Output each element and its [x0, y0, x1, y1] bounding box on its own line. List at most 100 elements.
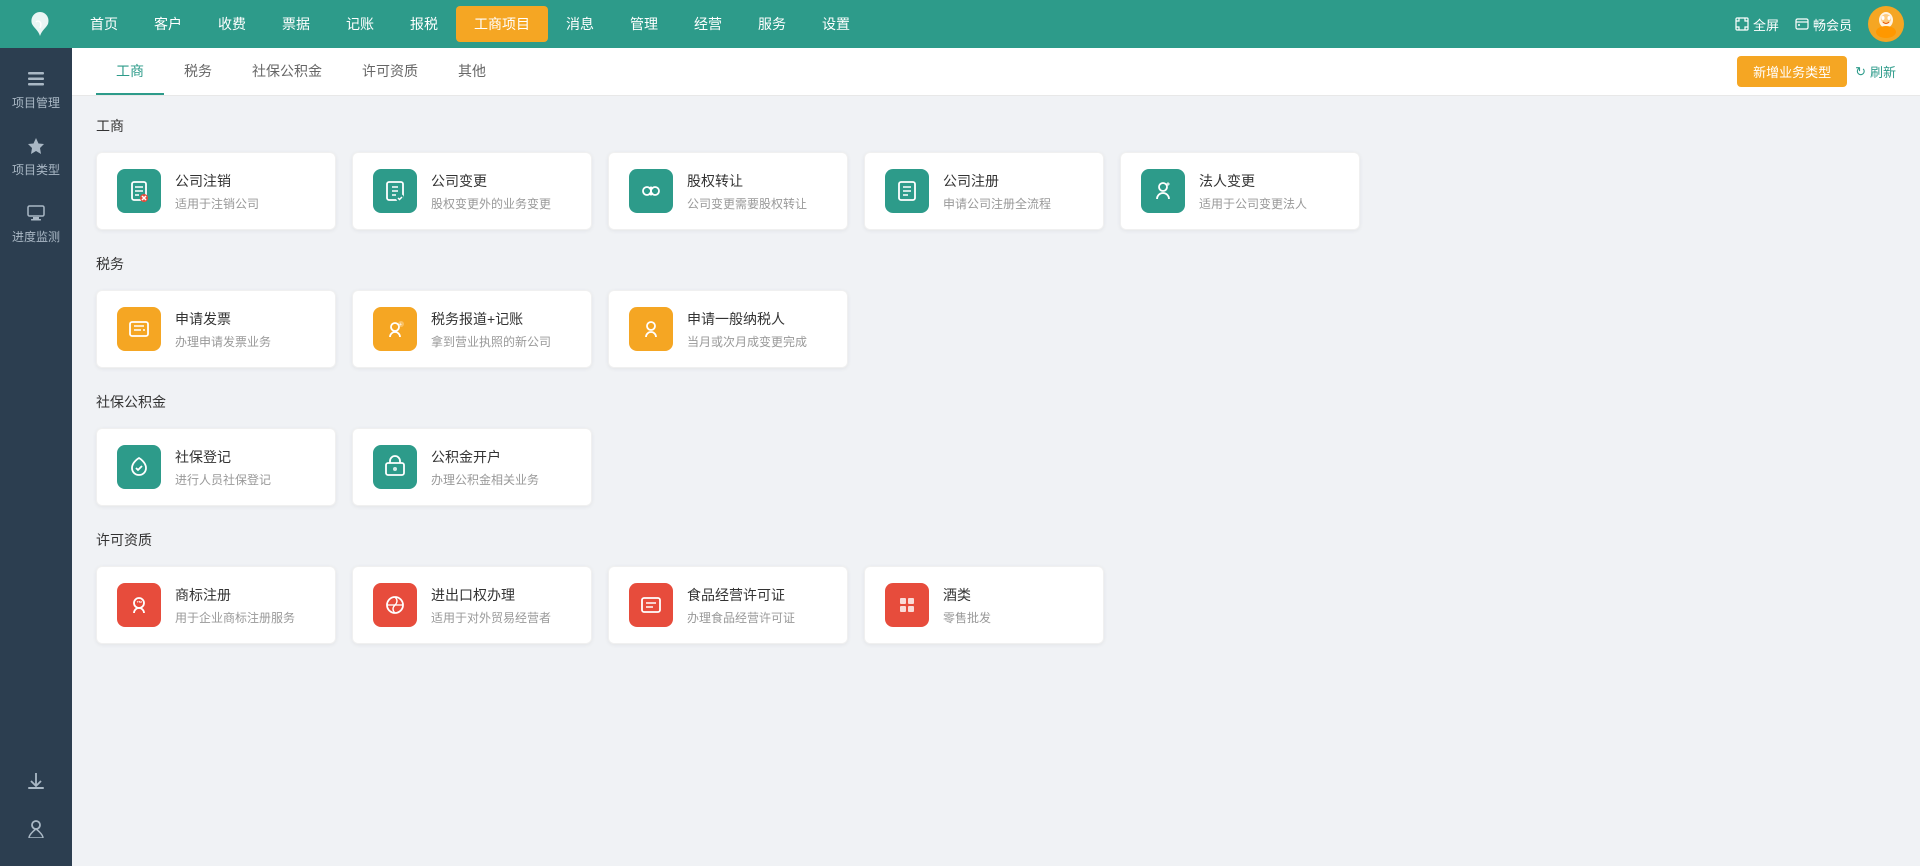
- company-change-icon: [373, 169, 417, 213]
- cards-grid-shebao: 社保登记 进行人员社保登记 公积金开户 办理公积金相关业务: [96, 428, 1896, 506]
- nav-item-服务[interactable]: 服务: [740, 0, 804, 48]
- tab-shuiwu[interactable]: 税务: [164, 49, 232, 95]
- svg-text:+: +: [399, 322, 402, 328]
- cards-grid-gongshang: 公司注销 适用于注销公司 公司变更 股权变更外的业务变更: [96, 152, 1896, 230]
- sidebar-bottom: [0, 758, 72, 866]
- card-desc: 办理食品经营许可证: [687, 609, 795, 626]
- company-cancel-icon: [117, 169, 161, 213]
- sidebar-item-project-type[interactable]: 项目类型: [0, 123, 72, 190]
- scroll-content: 工商 公司注销 适用于注销公司: [72, 96, 1920, 866]
- download-button[interactable]: [0, 758, 72, 804]
- card-provident-fund[interactable]: 公积金开户 办理公积金相关业务: [352, 428, 592, 506]
- card-social-security[interactable]: 社保登记 进行人员社保登记: [96, 428, 336, 506]
- card-info-import-export: 进出口权办理 适用于对外贸易经营者: [431, 585, 551, 626]
- card-info-legal-change: 法人变更 适用于公司变更法人: [1199, 171, 1307, 212]
- card-title: 公司注销: [175, 171, 259, 191]
- card-company-cancel[interactable]: 公司注销 适用于注销公司: [96, 152, 336, 230]
- card-taxpayer[interactable]: 申请一般纳税人 当月或次月成变更完成: [608, 290, 848, 368]
- trademark-icon: ™: [117, 583, 161, 627]
- card-title: 公司变更: [431, 171, 551, 191]
- nav-item-客户[interactable]: 客户: [136, 0, 200, 48]
- card-desc: 用于企业商标注册服务: [175, 609, 295, 626]
- taxpayer-icon: [629, 307, 673, 351]
- sidebar-item-project-management[interactable]: 项目管理: [0, 56, 72, 123]
- member-button[interactable]: 畅会员: [1795, 15, 1852, 34]
- tab-gongshang[interactable]: 工商: [96, 49, 164, 95]
- content-area: 工商 税务 社保公积金 许可资质 其他 新增业务类型 ↻ 刷新 工商: [72, 48, 1920, 866]
- card-info-trademark: 商标注册 用于企业商标注册服务: [175, 585, 295, 626]
- card-desc: 进行人员社保登记: [175, 471, 271, 488]
- card-desc: 股权变更外的业务变更: [431, 195, 551, 212]
- card-desc: 适用于对外贸易经营者: [431, 609, 551, 626]
- company-register-icon: [885, 169, 929, 213]
- card-import-export[interactable]: 进出口权办理 适用于对外贸易经营者: [352, 566, 592, 644]
- nav-item-报税[interactable]: 报税: [392, 0, 456, 48]
- location-button[interactable]: [0, 804, 72, 850]
- refresh-icon: ↻: [1855, 64, 1866, 80]
- section-xuke: 许可资质 ™ 商标注册 用于企业商标注册服务: [96, 530, 1896, 644]
- card-info-invoice: 申请发票 办理申请发票业务: [175, 309, 271, 350]
- card-info-company-change: 公司变更 股权变更外的业务变更: [431, 171, 551, 212]
- card-title: 进出口权办理: [431, 585, 551, 605]
- card-info-equity: 股权转让 公司变更需要股权转让: [687, 171, 807, 212]
- nav-items: 首页客户收费票据记账报税工商项目消息管理经营服务设置: [72, 0, 1735, 48]
- fullscreen-button[interactable]: 全屏: [1735, 15, 1779, 34]
- card-legal-change[interactable]: 法人变更 适用于公司变更法人: [1120, 152, 1360, 230]
- card-desc: 申请公司注册全流程: [943, 195, 1051, 212]
- import-export-icon: [373, 583, 417, 627]
- card-desc: 公司变更需要股权转让: [687, 195, 807, 212]
- nav-item-记账[interactable]: 记账: [328, 0, 392, 48]
- card-desc: 办理公积金相关业务: [431, 471, 539, 488]
- tab-shebao[interactable]: 社保公积金: [232, 49, 342, 95]
- card-title: 社保登记: [175, 447, 271, 467]
- card-title: 公积金开户: [431, 447, 539, 467]
- avatar[interactable]: [1868, 6, 1904, 42]
- tab-bar-actions: 新增业务类型 ↻ 刷新: [1737, 56, 1896, 95]
- card-info-tax-report: 税务报道+记账 拿到营业执照的新公司: [431, 309, 551, 350]
- card-title: 税务报道+记账: [431, 309, 551, 329]
- nav-item-消息[interactable]: 消息: [548, 0, 612, 48]
- card-title: 股权转让: [687, 171, 807, 191]
- card-info-social-security: 社保登记 进行人员社保登记: [175, 447, 271, 488]
- card-food-license[interactable]: 食品经营许可证 办理食品经营许可证: [608, 566, 848, 644]
- nav-item-设置[interactable]: 设置: [804, 0, 868, 48]
- nav-item-票据[interactable]: 票据: [264, 0, 328, 48]
- card-desc: 适用于公司变更法人: [1199, 195, 1307, 212]
- refresh-button[interactable]: ↻ 刷新: [1855, 62, 1896, 81]
- food-license-icon: [629, 583, 673, 627]
- nav-item-管理[interactable]: 管理: [612, 0, 676, 48]
- list-icon: [25, 68, 47, 90]
- card-desc: 办理申请发票业务: [175, 333, 271, 350]
- tab-qita[interactable]: 其他: [438, 49, 506, 95]
- card-tax-report[interactable]: + 税务报道+记账 拿到营业执照的新公司: [352, 290, 592, 368]
- tax-report-icon: +: [373, 307, 417, 351]
- card-info-provident-fund: 公积金开户 办理公积金相关业务: [431, 447, 539, 488]
- new-type-button[interactable]: 新增业务类型: [1737, 56, 1847, 87]
- sidebar-item-progress-monitor[interactable]: 进度监测: [0, 190, 72, 257]
- tab-bar: 工商 税务 社保公积金 许可资质 其他 新增业务类型 ↻ 刷新: [72, 48, 1920, 96]
- sidebar: 项目管理 项目类型 进度监测: [0, 48, 72, 866]
- nav-item-工商项目[interactable]: 工商项目: [456, 6, 548, 42]
- nav-item-经营[interactable]: 经营: [676, 0, 740, 48]
- card-liquor[interactable]: 酒类 零售批发: [864, 566, 1104, 644]
- nav-item-收费[interactable]: 收费: [200, 0, 264, 48]
- card-desc: 拿到营业执照的新公司: [431, 333, 551, 350]
- main-layout: 项目管理 项目类型 进度监测 工商 税务 社: [0, 48, 1920, 866]
- section-title-shuiwu: 税务: [96, 254, 1896, 274]
- nav-item-首页[interactable]: 首页: [72, 0, 136, 48]
- legal-change-icon: [1141, 169, 1185, 213]
- section-title-xuke: 许可资质: [96, 530, 1896, 550]
- cards-grid-shuiwu: 申请发票 办理申请发票业务 + 税务报道+记账 拿到营业执照的新公司: [96, 290, 1896, 368]
- card-info-taxpayer: 申请一般纳税人 当月或次月成变更完成: [687, 309, 807, 350]
- card-company-change[interactable]: 公司变更 股权变更外的业务变更: [352, 152, 592, 230]
- social-security-icon: [117, 445, 161, 489]
- tab-xuke[interactable]: 许可资质: [342, 49, 438, 95]
- card-trademark[interactable]: ™ 商标注册 用于企业商标注册服务: [96, 566, 336, 644]
- section-gongshang: 工商 公司注销 适用于注销公司: [96, 116, 1896, 230]
- card-invoice[interactable]: 申请发票 办理申请发票业务: [96, 290, 336, 368]
- card-desc: 零售批发: [943, 609, 991, 626]
- card-company-register[interactable]: 公司注册 申请公司注册全流程: [864, 152, 1104, 230]
- svg-text:™: ™: [137, 600, 143, 607]
- card-title: 商标注册: [175, 585, 295, 605]
- card-equity-transfer[interactable]: 股权转让 公司变更需要股权转让: [608, 152, 848, 230]
